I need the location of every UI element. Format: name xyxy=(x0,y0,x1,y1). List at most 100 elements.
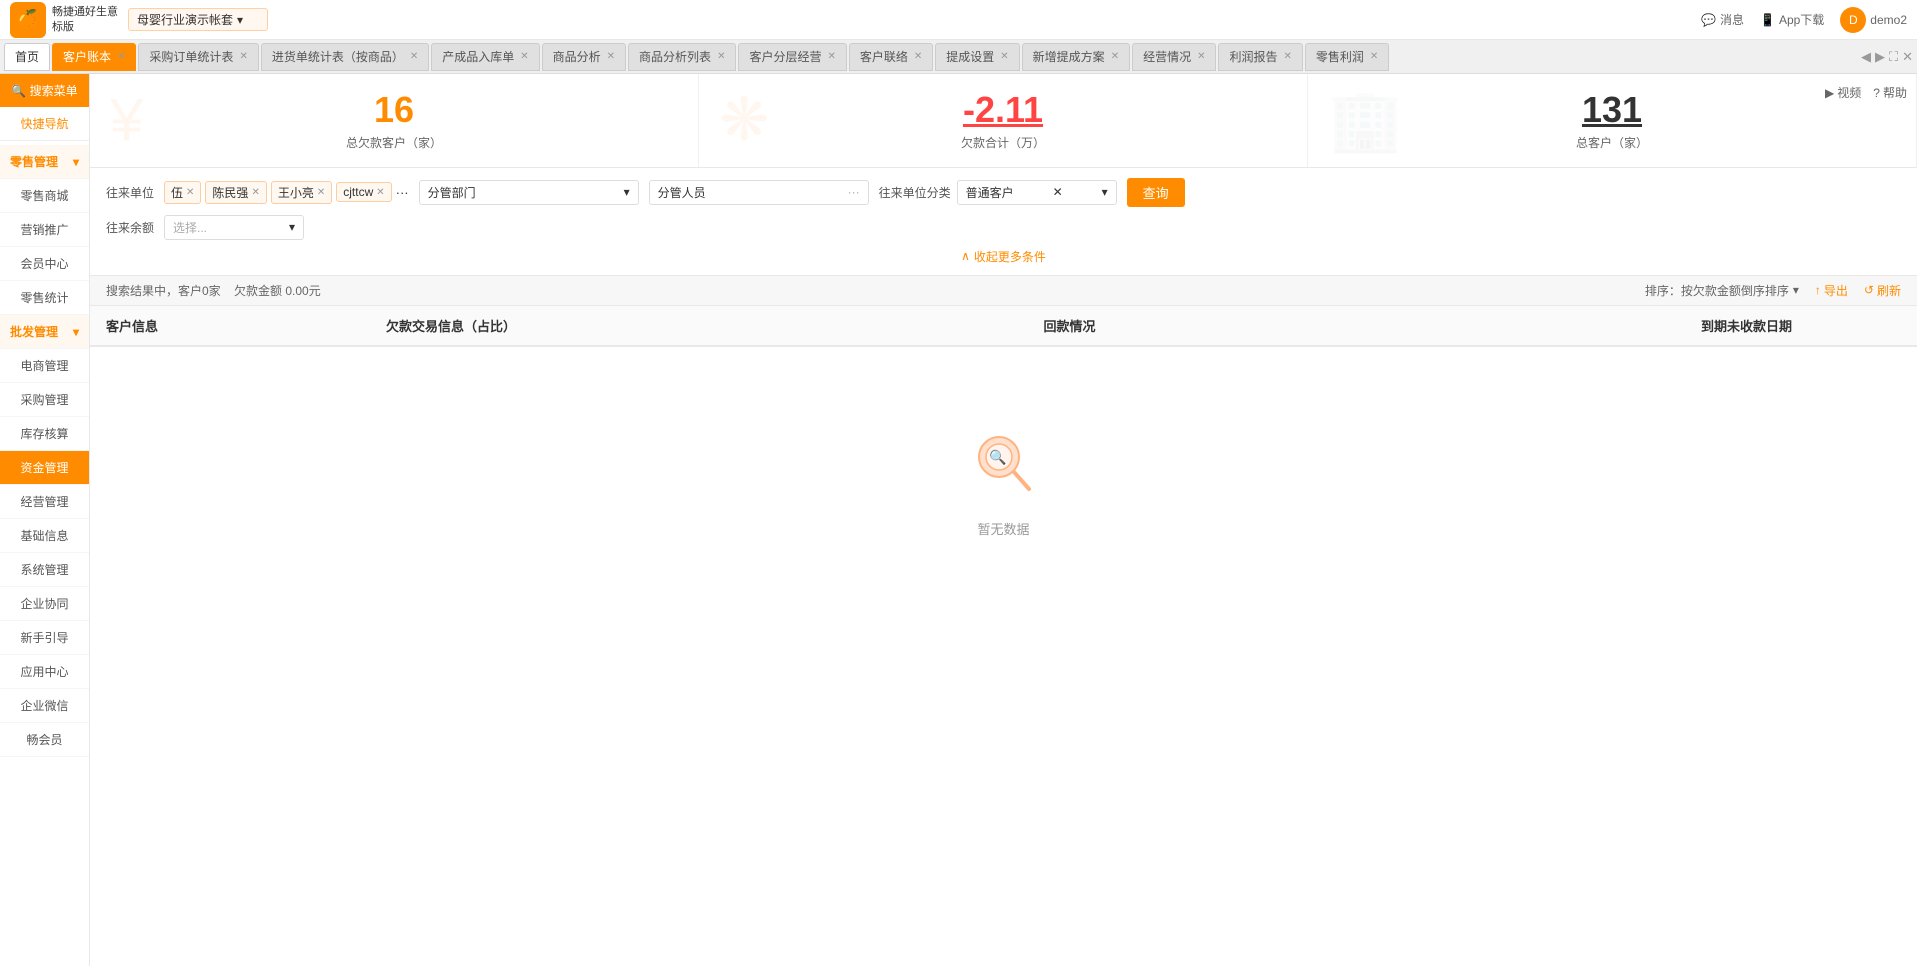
tab-purchase-order-label: 采购订单统计表 xyxy=(149,48,233,65)
tab-close-icon[interactable]: ✕ xyxy=(1284,51,1292,62)
tab-close-icon[interactable]: ✕ xyxy=(1000,51,1008,62)
sidebar-item-retail-store[interactable]: 零售商城 xyxy=(0,179,89,213)
tab-scroll-left-icon[interactable]: ◀ xyxy=(1861,49,1871,65)
tab-product-analysis[interactable]: 商品分析 ✕ xyxy=(542,43,626,71)
tab-account-book[interactable]: 客户账本 ✕ xyxy=(52,43,136,71)
logo-text-line1: 畅捷通好生意 xyxy=(52,5,118,19)
tab-close-icon[interactable]: ✕ xyxy=(827,51,835,62)
export-label: 导出 xyxy=(1824,282,1848,299)
balance-placeholder: 选择... xyxy=(173,219,207,236)
dept-label: 分管部门 xyxy=(428,184,476,201)
classification-tag-close[interactable]: ✕ xyxy=(1053,185,1063,199)
tab-close-icon[interactable]: ✕ xyxy=(520,51,528,62)
tab-close-icon[interactable]: ✕ xyxy=(1370,51,1378,62)
sidebar-item-app-center[interactable]: 应用中心 xyxy=(0,655,89,689)
company-select[interactable]: 母婴行业演示帐套 ▾ xyxy=(128,8,268,31)
tab-new-commission[interactable]: 新增提成方案 ✕ xyxy=(1022,43,1130,71)
tab-close-icon[interactable]: ✕ xyxy=(1197,51,1205,62)
stat-actions: ▶ 视频 ? 帮助 xyxy=(1825,84,1907,101)
classification-select[interactable]: 普通客户 ✕ ▾ xyxy=(957,180,1117,205)
refresh-button[interactable]: ↺ 刷新 xyxy=(1864,282,1901,299)
tab-retail-profit[interactable]: 零售利润 ✕ xyxy=(1305,43,1389,71)
tag-wu-close[interactable]: ✕ xyxy=(186,187,194,198)
tab-close-icon[interactable]: ✕ xyxy=(914,51,922,62)
export-button[interactable]: ↑ 导出 xyxy=(1815,282,1848,299)
tag-wang-label: 王小亮 xyxy=(278,184,314,201)
main-layout: 🔍 搜索菜单 快捷导航 零售管理 ▾ 零售商城 营销推广 会员中心 零售统计 批… xyxy=(0,74,1917,966)
sidebar: 🔍 搜索菜单 快捷导航 零售管理 ▾ 零售商城 营销推广 会员中心 零售统计 批… xyxy=(0,74,90,966)
quick-nav-label: 快捷导航 xyxy=(20,117,68,131)
dept-chevron: ▾ xyxy=(624,185,630,199)
chevron-icon: ▾ xyxy=(73,155,79,169)
tab-home[interactable]: 首页 xyxy=(4,43,50,71)
tag-wu-label: 伍 xyxy=(171,184,183,201)
tab-close-all-icon[interactable]: ✕ xyxy=(1902,49,1913,65)
tab-commission-settings[interactable]: 提成设置 ✕ xyxy=(935,43,1019,71)
sidebar-item-wechat[interactable]: 企业微信 xyxy=(0,689,89,723)
sidebar-item-finance-mgmt[interactable]: 资金管理 xyxy=(0,451,89,485)
sidebar-item-system[interactable]: 系统管理 xyxy=(0,553,89,587)
quick-nav[interactable]: 快捷导航 xyxy=(0,107,89,141)
tab-product-inbound-label: 产成品入库单 xyxy=(442,48,514,65)
person-select[interactable]: 分管人员 ··· xyxy=(649,180,869,205)
tab-close-icon[interactable]: ✕ xyxy=(1111,51,1119,62)
tab-product-inbound[interactable]: 产成品入库单 ✕ xyxy=(431,43,539,71)
sidebar-item-wholesale-mgmt[interactable]: 批发管理 ▾ xyxy=(0,315,89,349)
tag-cj: cjttcw ✕ xyxy=(336,182,391,202)
tab-close-icon[interactable]: ✕ xyxy=(717,51,725,62)
tab-operations[interactable]: 经营情况 ✕ xyxy=(1132,43,1216,71)
sidebar-item-member[interactable]: 畅会员 xyxy=(0,723,89,757)
tab-customer-tier-label: 客户分层经营 xyxy=(749,48,821,65)
filter-area: 往来单位 伍 ✕ 陈民强 ✕ 王小亮 ✕ cjttcw xyxy=(90,168,1917,276)
logo-icon: 🍊 xyxy=(10,2,46,38)
result-actions: 排序：按欠款金额倒序排序 ▾ ↑ 导出 ↺ 刷新 xyxy=(1645,282,1901,299)
sidebar-item-operations[interactable]: 经营管理 xyxy=(0,485,89,519)
stat-bg-icon1: ¥ xyxy=(110,86,143,155)
collapse-button[interactable]: ∧ 收起更多条件 xyxy=(961,248,1046,265)
export-icon: ↑ xyxy=(1815,283,1821,297)
tab-inventory-stats[interactable]: 进货单统计表（按商品） ✕ xyxy=(261,43,429,71)
sidebar-item-enterprise[interactable]: 企业协同 xyxy=(0,587,89,621)
help-btn[interactable]: ? 帮助 xyxy=(1873,84,1907,101)
user-profile[interactable]: D demo2 xyxy=(1840,7,1907,33)
tab-close-icon[interactable]: ✕ xyxy=(239,51,247,62)
sidebar-item-retail-mgmt[interactable]: 零售管理 ▾ xyxy=(0,145,89,179)
tag-cj-close[interactable]: ✕ xyxy=(376,187,384,198)
table-header: 客户信息 欠款交易信息（占比） 回款情况 到期未收款日期 xyxy=(90,306,1917,347)
sidebar-item-newbie[interactable]: 新手引导 xyxy=(0,621,89,655)
tab-scroll-right-icon[interactable]: ▶ xyxy=(1875,49,1885,65)
tab-bar: 首页 客户账本 ✕ 采购订单统计表 ✕ 进货单统计表（按商品） ✕ 产成品入库单… xyxy=(0,40,1917,74)
tab-close-icon[interactable]: ✕ xyxy=(410,51,418,62)
unit-label: 往来单位 xyxy=(106,184,154,201)
app-download-btn[interactable]: 📱 App下载 xyxy=(1760,11,1824,28)
sidebar-item-basic-info[interactable]: 基础信息 xyxy=(0,519,89,553)
sidebar-item-purchase-mgmt[interactable]: 采购管理 xyxy=(0,383,89,417)
messages-btn[interactable]: 💬 消息 xyxy=(1701,11,1744,28)
tag-more[interactable]: ··· xyxy=(396,185,409,200)
tag-chen-close[interactable]: ✕ xyxy=(251,187,259,198)
tab-profit-report[interactable]: 利润报告 ✕ xyxy=(1218,43,1302,71)
tab-product-analysis-list[interactable]: 商品分析列表 ✕ xyxy=(628,43,736,71)
tab-new-commission-label: 新增提成方案 xyxy=(1033,48,1105,65)
tab-close-icon[interactable]: ✕ xyxy=(117,51,125,62)
sidebar-item-retail-stats[interactable]: 零售统计 xyxy=(0,281,89,315)
sidebar-search[interactable]: 🔍 搜索菜单 xyxy=(0,74,89,107)
tab-fullscreen-icon[interactable]: ⛶ xyxy=(1889,49,1898,65)
tab-customer-tier[interactable]: 客户分层经营 ✕ xyxy=(738,43,846,71)
tag-wang-close[interactable]: ✕ xyxy=(317,187,325,198)
sidebar-item-marketing[interactable]: 营销推广 xyxy=(0,213,89,247)
sidebar-item-inventory[interactable]: 库存核算 xyxy=(0,417,89,451)
sidebar-item-member-center[interactable]: 会员中心 xyxy=(0,247,89,281)
col-debt-info: 欠款交易信息（占比） xyxy=(386,316,1044,335)
sort-select[interactable]: 排序：按欠款金额倒序排序 ▾ xyxy=(1645,282,1799,299)
tab-customer-contact[interactable]: 客户联络 ✕ xyxy=(849,43,933,71)
tab-purchase-order[interactable]: 采购订单统计表 ✕ xyxy=(138,43,258,71)
dept-select[interactable]: 分管部门 ▾ xyxy=(419,180,639,205)
empty-svg: 🔍 xyxy=(964,427,1044,507)
top-bar: 🍊 畅捷通好生意 标版 母婴行业演示帐套 ▾ 💬 消息 📱 App下载 D de… xyxy=(0,0,1917,40)
search-button[interactable]: 查询 xyxy=(1127,178,1185,207)
video-btn[interactable]: ▶ 视频 xyxy=(1825,84,1861,101)
tab-close-icon[interactable]: ✕ xyxy=(607,51,615,62)
balance-select[interactable]: 选择... ▾ xyxy=(164,215,304,240)
sidebar-item-ecommerce[interactable]: 电商管理 xyxy=(0,349,89,383)
